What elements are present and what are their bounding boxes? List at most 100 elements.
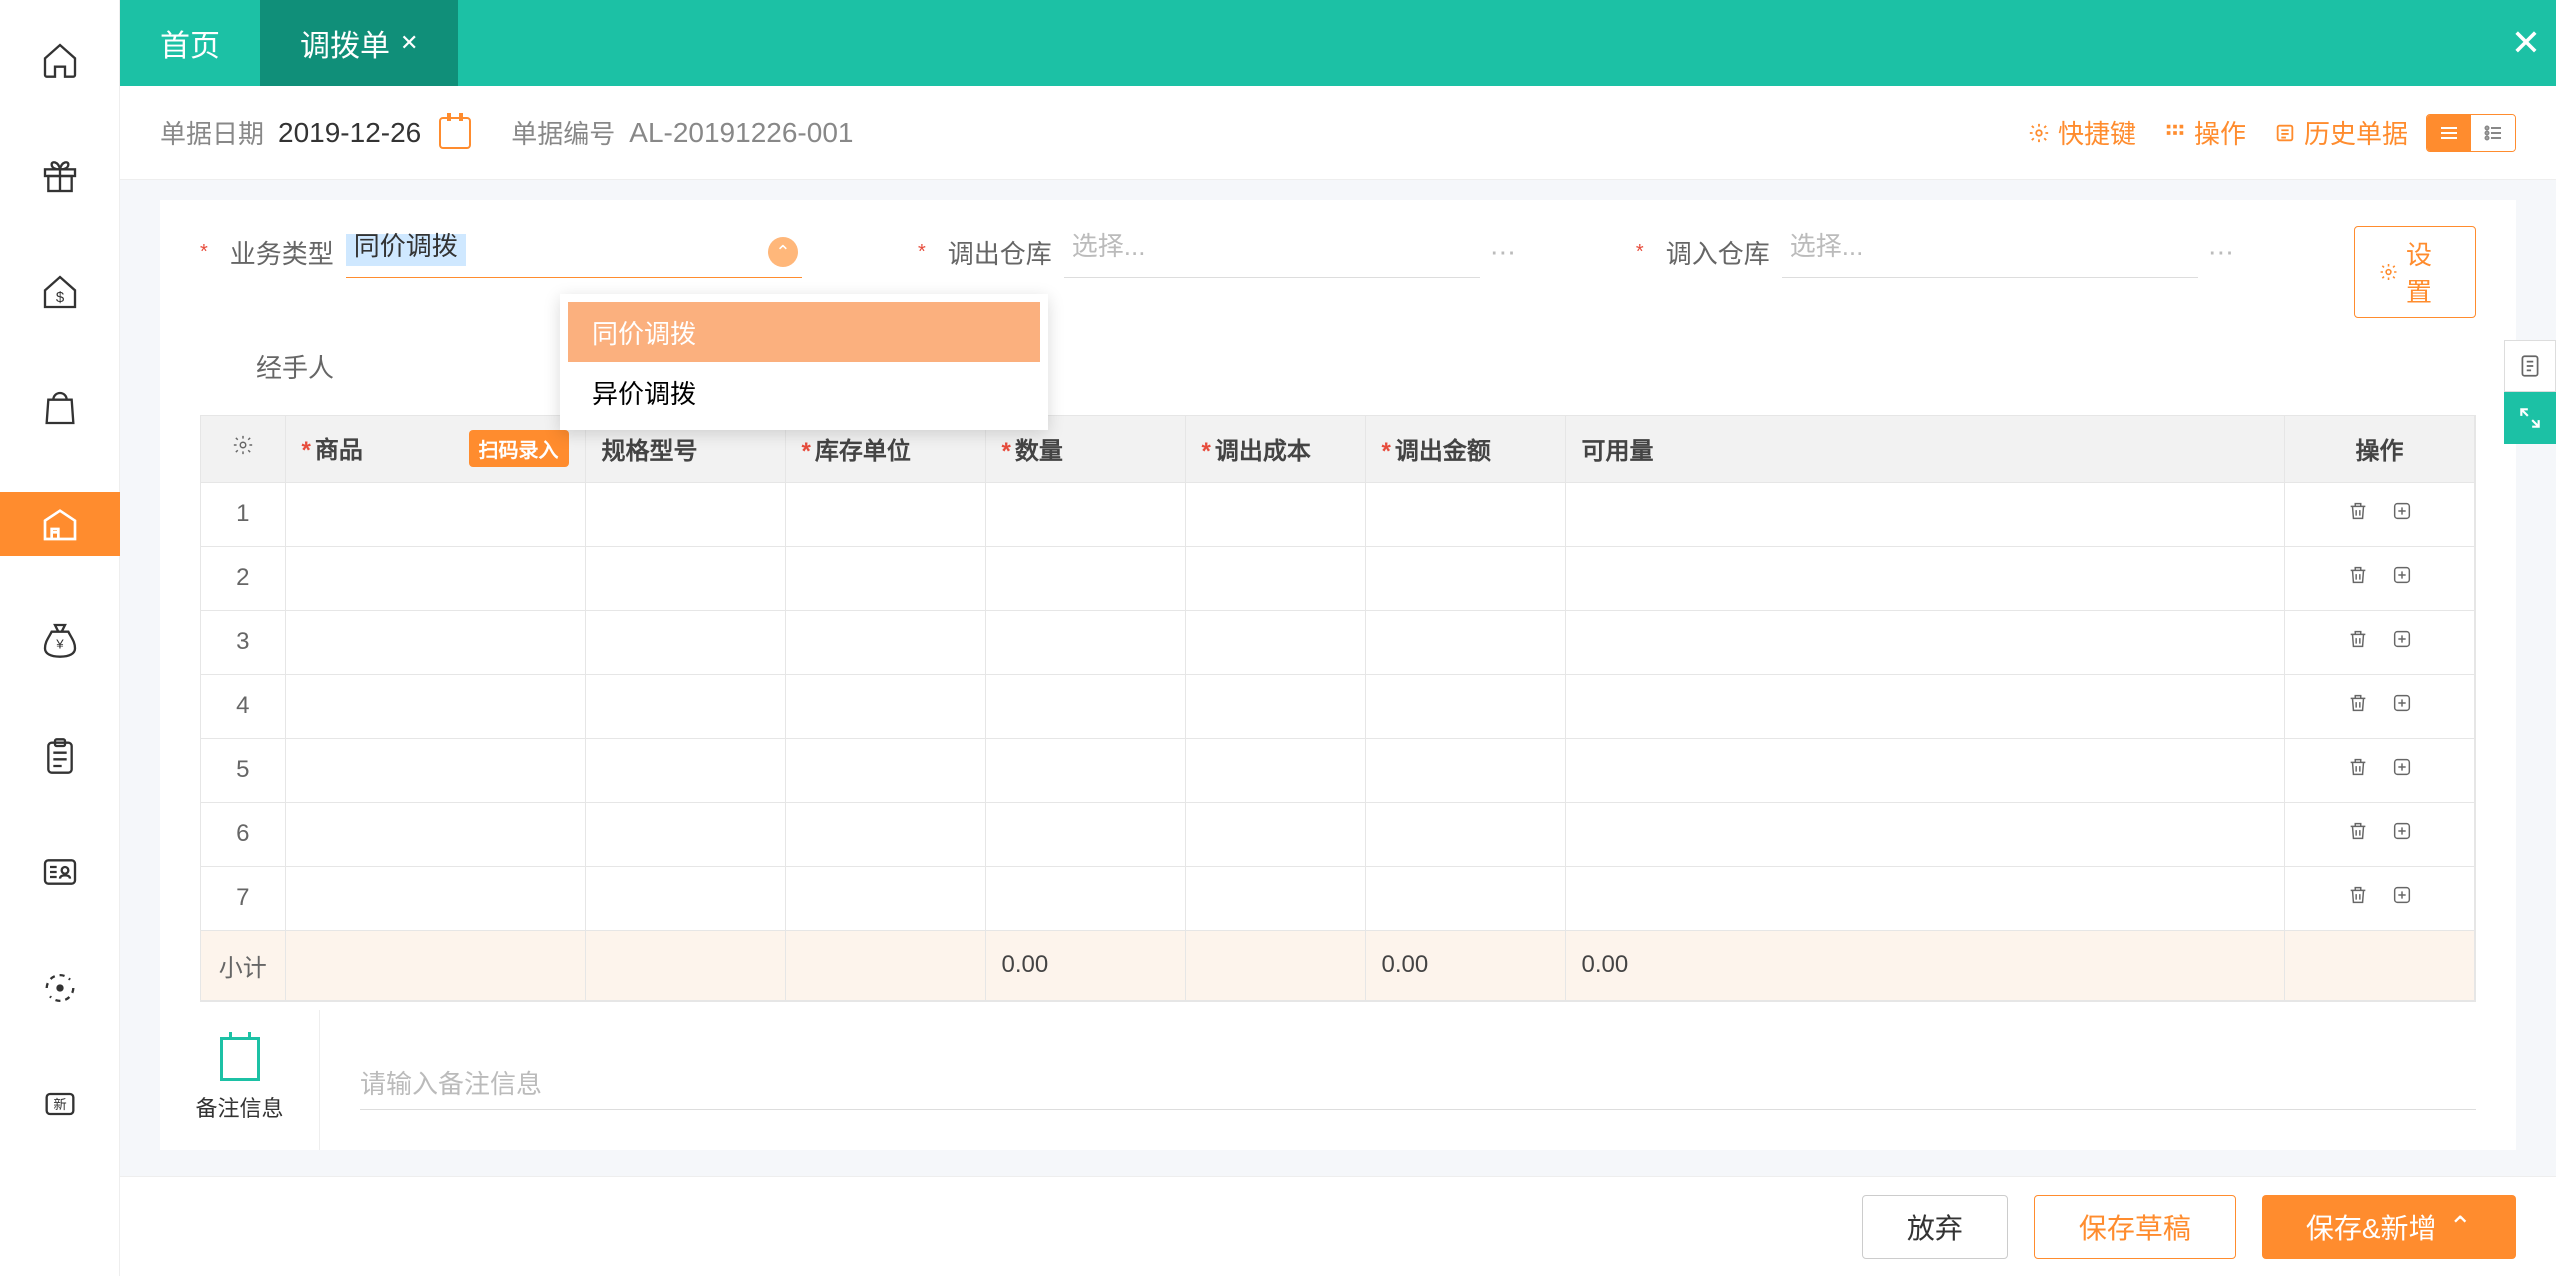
dropdown-option-diff-price[interactable]: 异价调拨 (568, 362, 1040, 422)
price-house-icon: $ (40, 272, 80, 312)
close-tab-icon[interactable]: ✕ (400, 30, 418, 56)
calendar-icon[interactable] (439, 117, 471, 149)
row-number: 3 (201, 610, 285, 674)
notes-input[interactable] (360, 1060, 2476, 1110)
more-icon[interactable]: ⋯ (1490, 237, 1516, 268)
sidebar-item-bag[interactable] (0, 376, 120, 440)
table-row[interactable]: 7 (201, 866, 2475, 930)
table-row[interactable]: 1 (201, 482, 2475, 546)
grid-view-icon (2483, 125, 2503, 141)
in-warehouse-input[interactable]: 选择... (1782, 226, 2198, 278)
delete-row-icon[interactable] (2347, 756, 2369, 785)
col-operation: 操作 (2285, 416, 2475, 482)
delete-row-icon[interactable] (2347, 692, 2369, 721)
save-draft-button[interactable]: 保存草稿 (2034, 1195, 2236, 1259)
notes-float-button[interactable] (2504, 340, 2556, 392)
table-row[interactable]: 6 (201, 802, 2475, 866)
sidebar-item-warehouse[interactable] (0, 492, 120, 556)
table-row[interactable]: 4 (201, 674, 2475, 738)
col-available: 可用量 (1565, 416, 2285, 482)
business-type-field: * 业务类型 同价调拨 ⌃ (200, 226, 798, 278)
gear-icon (2379, 261, 2398, 283)
window-close-button[interactable]: ✕ (2496, 22, 2556, 64)
save-and-new-button[interactable]: 保存&新增⌃ (2262, 1195, 2516, 1259)
shopping-bag-icon (40, 388, 80, 428)
table-settings-icon[interactable] (232, 435, 254, 462)
notes-icon (220, 1037, 260, 1081)
chevron-up-icon: ⌃ (2449, 1210, 2472, 1243)
required-star: * (200, 241, 208, 264)
table-row[interactable]: 2 (201, 546, 2475, 610)
id-card-icon (40, 852, 80, 892)
tab-transfer-order[interactable]: 调拨单 ✕ (260, 0, 458, 86)
out-warehouse-input[interactable]: 选择... (1064, 226, 1480, 278)
sidebar-item-price[interactable]: $ (0, 260, 120, 324)
notes-tab-label: 备注信息 (195, 1091, 283, 1123)
left-sidebar: $ ¥ 新 (0, 0, 120, 1276)
grid-icon (2164, 122, 2186, 144)
subtotal-qty: 0.00 (985, 930, 1185, 1000)
clipboard-icon (40, 736, 80, 776)
add-row-icon[interactable] (2391, 692, 2413, 721)
sidebar-item-contacts[interactable] (0, 840, 120, 904)
subtotal-available: 0.00 (1565, 930, 2285, 1000)
sidebar-item-new[interactable]: 新 (0, 1072, 120, 1136)
add-row-icon[interactable] (2391, 820, 2413, 849)
add-row-icon[interactable] (2391, 884, 2413, 913)
sidebar-item-money[interactable]: ¥ (0, 608, 120, 672)
view-list-button[interactable] (2427, 115, 2471, 151)
sidebar-item-clipboard[interactable] (0, 724, 120, 788)
date-label: 单据日期 (160, 114, 264, 151)
new-badge-icon: 新 (40, 1084, 80, 1124)
abandon-button[interactable]: 放弃 (1862, 1195, 2008, 1259)
add-row-icon[interactable] (2391, 628, 2413, 657)
delete-row-icon[interactable] (2347, 564, 2369, 593)
view-toggle (2426, 114, 2516, 152)
add-row-icon[interactable] (2391, 564, 2413, 593)
add-row-icon[interactable] (2391, 756, 2413, 785)
operate-button[interactable]: 操作 (2164, 114, 2246, 151)
billno-value: AL-20191226-001 (629, 117, 853, 149)
add-row-icon[interactable] (2391, 500, 2413, 529)
col-cost: *调出成本 (1185, 416, 1365, 482)
view-grid-button[interactable] (2471, 115, 2515, 151)
svg-text:新: 新 (53, 1097, 66, 1112)
delete-row-icon[interactable] (2347, 884, 2369, 913)
notes-panel: 备注信息 (160, 1010, 2516, 1150)
sidebar-item-sync[interactable] (0, 956, 120, 1020)
handler-label: 经手人 (214, 348, 334, 385)
date-value[interactable]: 2019-12-26 (278, 117, 421, 149)
sidebar-item-home[interactable] (0, 28, 120, 92)
form-panel: * 业务类型 同价调拨 ⌃ * 调出仓库 选择... ⋯ * 调入仓库 选择..… (160, 200, 2516, 1012)
table-row[interactable]: 3 (201, 610, 2475, 674)
sidebar-item-gift[interactable] (0, 144, 120, 208)
subtotal-row: 小计 0.00 0.00 0.00 (201, 930, 2475, 1000)
more-icon[interactable]: ⋯ (2208, 237, 2234, 268)
svg-text:$: $ (55, 289, 64, 306)
delete-row-icon[interactable] (2347, 628, 2369, 657)
delete-row-icon[interactable] (2347, 500, 2369, 529)
shortcut-button[interactable]: 快捷键 (2028, 114, 2136, 151)
col-product: *商品扫码录入 (285, 416, 585, 482)
settings-button[interactable]: 设置 (2354, 226, 2476, 318)
warehouse-icon (40, 504, 80, 544)
tab-home[interactable]: 首页 (120, 0, 260, 86)
history-button[interactable]: 历史单据 (2274, 114, 2408, 151)
business-type-input[interactable]: 同价调拨 (346, 226, 802, 278)
money-bag-icon: ¥ (40, 620, 80, 660)
row-number: 6 (201, 802, 285, 866)
dropdown-option-same-price[interactable]: 同价调拨 (568, 302, 1040, 362)
delete-row-icon[interactable] (2347, 820, 2369, 849)
scan-input-button[interactable]: 扫码录入 (469, 430, 569, 467)
expand-float-button[interactable] (2504, 392, 2556, 444)
subtotal-label: 小计 (201, 930, 285, 1000)
home-icon (40, 40, 80, 80)
chevron-up-icon[interactable]: ⌃ (768, 237, 798, 267)
gear-icon (2028, 122, 2050, 144)
row-number: 2 (201, 546, 285, 610)
row-number: 4 (201, 674, 285, 738)
notes-tab[interactable]: 备注信息 (160, 1010, 320, 1150)
table-row[interactable]: 5 (201, 738, 2475, 802)
out-warehouse-field: * 调出仓库 选择... ⋯ (918, 226, 1516, 278)
required-star: * (1636, 241, 1644, 264)
